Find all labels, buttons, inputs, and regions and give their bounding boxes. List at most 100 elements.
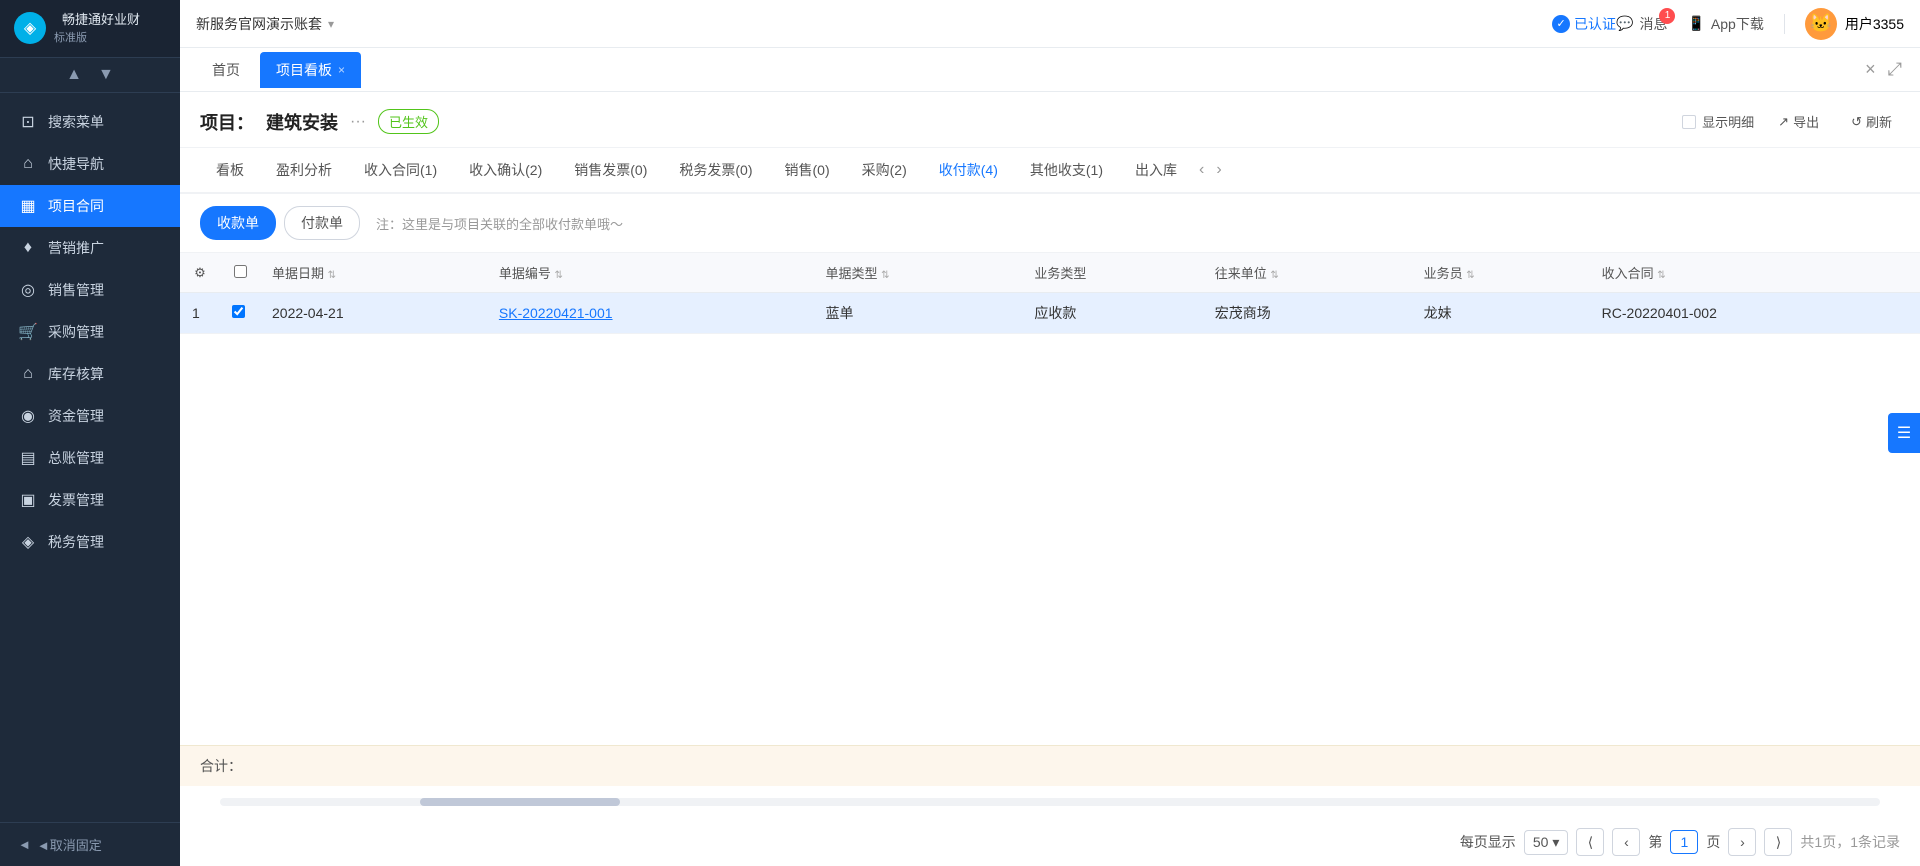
sidebar-item-purchase[interactable]: 🛒 采购管理 [0, 311, 180, 353]
sidebar-item-ledger-label: 总账管理 [48, 448, 104, 468]
column-settings[interactable]: ⚙ [180, 253, 220, 293]
row-income-contract: RC-20220401-002 [1590, 293, 1920, 334]
message-button[interactable]: 💬 消息 1 [1616, 14, 1667, 34]
refresh-button[interactable]: ↺ 刷新 [1843, 108, 1900, 135]
page-size-label: 每页显示 [1460, 832, 1516, 852]
subnav-payment[interactable]: 收付款(4) [923, 148, 1014, 194]
horizontal-scrollbar-track[interactable] [220, 798, 1880, 806]
tabbar: 首页 项目看板 × × ⤢ [180, 48, 1920, 92]
sidebar-scroll-up[interactable]: ▲ [62, 62, 86, 88]
sidebar-nav: ⊡ 搜索菜单 ⌂ 快捷导航 ▦ 项目合同 ♦ 营销推广 ◎ 销售管理 🛒 采购管… [0, 93, 180, 822]
sidebar-item-invoice[interactable]: ▣ 发票管理 [0, 479, 180, 521]
row-checkbox[interactable] [220, 293, 260, 334]
close-window-button[interactable]: × [1863, 57, 1878, 82]
column-salesperson[interactable]: 业务员 ⇅ [1412, 253, 1590, 293]
total-pages-info: 共1页，1条记录 [1800, 832, 1900, 852]
tab-board[interactable]: 项目看板 × [260, 52, 361, 88]
payment-tab-button[interactable]: 付款单 [284, 206, 360, 240]
subnav-storage[interactable]: 出入库 [1119, 148, 1193, 194]
app-download-button[interactable]: 📱 App下载 [1687, 14, 1763, 34]
project-more-button[interactable]: ··· [350, 113, 366, 131]
show-detail-checkbox[interactable]: 显示明细 [1682, 112, 1754, 131]
sort-number-icon: ⇅ [555, 270, 563, 281]
ledger-icon: ▤ [18, 448, 38, 468]
column-income-contract[interactable]: 收入合同 ⇅ [1590, 253, 1920, 293]
app-logo-icon: ◈ [14, 12, 46, 44]
prev-page-button[interactable]: ‹ [1612, 828, 1640, 856]
export-icon: ↗ [1778, 114, 1789, 130]
float-panel-button[interactable]: ☰ [1888, 413, 1920, 453]
row-number[interactable]: SK-20220421-001 [487, 293, 814, 334]
project-title: 建筑安装 [266, 109, 338, 135]
sidebar-scroll-down[interactable]: ▼ [94, 62, 118, 88]
sidebar-cancel-fixed[interactable]: ◄ ◄取消固定 [0, 822, 180, 866]
row-select-checkbox[interactable] [232, 305, 245, 318]
sidebar-item-inventory[interactable]: ⌂ 库存核算 [0, 353, 180, 395]
sort-salesperson-icon: ⇅ [1466, 270, 1474, 281]
subtab-note: 注：这里是与项目关联的全部收付款单哦～ [376, 214, 623, 233]
sort-partner-icon: ⇅ [1270, 270, 1278, 281]
subnav-next-arrow[interactable]: › [1210, 153, 1227, 187]
total-label: 合计： [200, 758, 242, 774]
topbar-project-selector[interactable]: 新服务官网演示账套 ▾ [196, 14, 1536, 34]
last-page-button[interactable]: ⟩ [1764, 828, 1792, 856]
horizontal-scrollbar-thumb[interactable] [420, 798, 620, 806]
sidebar-item-finance-label: 资金管理 [48, 406, 104, 426]
sidebar-item-marketing[interactable]: ♦ 营销推广 [0, 227, 180, 269]
collection-tab-button[interactable]: 收款单 [200, 206, 276, 240]
search-icon: ⊡ [18, 112, 38, 132]
finance-icon: ◉ [18, 406, 38, 426]
show-detail-label: 显示明细 [1702, 112, 1754, 131]
column-date[interactable]: 单据日期 ⇅ [260, 253, 487, 293]
first-page-button[interactable]: ⟨ [1576, 828, 1604, 856]
sidebar-item-finance[interactable]: ◉ 资金管理 [0, 395, 180, 437]
subnav-board[interactable]: 看板 [200, 148, 260, 194]
sidebar-item-search[interactable]: ⊡ 搜索菜单 [0, 101, 180, 143]
page-size-dropdown-icon: ▾ [1552, 834, 1559, 851]
project-label-prefix: 项目： [200, 109, 254, 135]
marketing-icon: ♦ [18, 238, 38, 258]
expand-window-button[interactable]: ⤢ [1886, 57, 1904, 82]
subnav-tax-invoice[interactable]: 税务发票(0) [663, 148, 768, 194]
sort-income-contract-icon: ⇅ [1657, 270, 1665, 281]
export-button[interactable]: ↗ 导出 [1770, 108, 1827, 135]
subnav-prev-arrow[interactable]: ‹ [1193, 153, 1210, 187]
current-page-number[interactable]: 1 [1670, 830, 1698, 854]
sidebar-item-quicknav-label: 快捷导航 [48, 154, 104, 174]
topbar-right: 💬 消息 1 📱 App下载 🐱 用户3355 [1616, 8, 1904, 40]
project-status-badge: 已生效 [378, 109, 439, 134]
sidebar-item-tax[interactable]: ◈ 税务管理 [0, 521, 180, 563]
tab-home[interactable]: 首页 [196, 52, 256, 88]
sidebar: ◈ 畅捷通好业财 标准版 ▲ ▼ ⊡ 搜索菜单 ⌂ 快捷导航 ▦ 项目合同 ♦ … [0, 0, 180, 866]
table-container: ⚙ 单据日期 ⇅ 单据编号 ⇅ 单据类型 [180, 253, 1920, 745]
user-profile[interactable]: 🐱 用户3355 [1805, 8, 1904, 40]
column-number[interactable]: 单据编号 ⇅ [487, 253, 814, 293]
topbar-dropdown-icon[interactable]: ▾ [328, 17, 334, 31]
sales-icon: ◎ [18, 280, 38, 300]
sidebar-item-tax-label: 税务管理 [48, 532, 104, 552]
subnav-sales[interactable]: 销售(0) [769, 148, 846, 194]
sidebar-item-contract-label: 项目合同 [48, 196, 104, 216]
subnav-income-confirm[interactable]: 收入确认(2) [453, 148, 558, 194]
next-page-button[interactable]: › [1728, 828, 1756, 856]
subnav-sales-invoice[interactable]: 销售发票(0) [558, 148, 663, 194]
sidebar-item-ledger[interactable]: ▤ 总账管理 [0, 437, 180, 479]
sort-type-icon: ⇅ [881, 270, 889, 281]
column-partner[interactable]: 往来单位 ⇅ [1203, 253, 1412, 293]
subnav-profit[interactable]: 盈利分析 [260, 148, 348, 194]
scrollbar-container [180, 786, 1920, 818]
home-icon: ⌂ [18, 154, 38, 174]
row-number-link[interactable]: SK-20220421-001 [499, 305, 613, 321]
sidebar-item-quicknav[interactable]: ⌂ 快捷导航 [0, 143, 180, 185]
table-row[interactable]: 1 2022-04-21 SK-20220421-001 蓝单 应收款 宏茂商场… [180, 293, 1920, 334]
page-size-select[interactable]: 50 ▾ [1524, 830, 1569, 855]
column-type[interactable]: 单据类型 ⇅ [814, 253, 1023, 293]
subnav-income-contract[interactable]: 收入合同(1) [348, 148, 453, 194]
subnav-other-income[interactable]: 其他收支(1) [1014, 148, 1119, 194]
data-table: ⚙ 单据日期 ⇅ 单据编号 ⇅ 单据类型 [180, 253, 1920, 334]
sidebar-item-contract[interactable]: ▦ 项目合同 [0, 185, 180, 227]
subnav-purchase[interactable]: 采购(2) [846, 148, 923, 194]
sidebar-item-sales[interactable]: ◎ 销售管理 [0, 269, 180, 311]
tab-board-close[interactable]: × [338, 63, 345, 77]
select-all-checkbox[interactable] [234, 265, 247, 278]
